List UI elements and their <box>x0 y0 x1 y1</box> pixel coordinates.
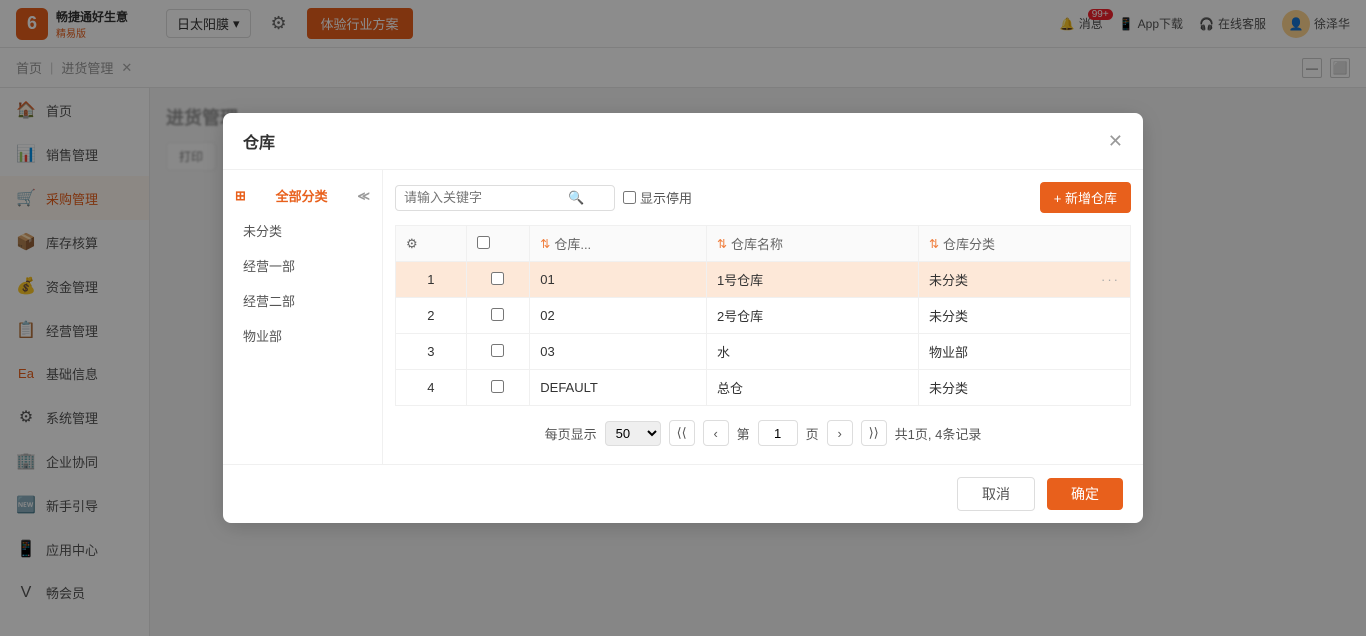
modal-title: 仓库 <box>243 129 275 153</box>
warehouse-panel: 🔍 显示停用 + 新增仓库 ⚙ <box>383 170 1143 464</box>
category-item-property[interactable]: 物业部 <box>223 318 382 353</box>
prev-page-button[interactable]: ‹ <box>703 420 729 446</box>
modal-header: 仓库 ✕ <box>223 113 1143 170</box>
row-action-1[interactable]: ··· <box>1101 272 1120 287</box>
col-header-code: ⇅ 仓库... <box>530 226 707 262</box>
row-name-2: 2号仓库 <box>706 298 918 334</box>
row-check-3[interactable] <box>466 334 530 370</box>
modal-body: ⊞ 全部分类 ≪ 未分类 经营一部 经营二部 物业部 <box>223 170 1143 464</box>
page-size-select[interactable]: 50 100 200 <box>605 421 661 446</box>
row-category-4: 未分类 <box>918 370 1130 406</box>
page-number-input[interactable] <box>758 420 798 446</box>
col-header-name: ⇅ 仓库名称 <box>706 226 918 262</box>
category-item-unclassified[interactable]: 未分类 <box>223 213 382 248</box>
row-checkbox-1[interactable] <box>491 272 504 285</box>
col-header-gear: ⚙ <box>396 226 467 262</box>
table-body: 1 01 1号仓库 未分类 ··· <box>396 262 1131 406</box>
modal-close-button[interactable]: ✕ <box>1108 131 1123 152</box>
modal-overlay: 仓库 ✕ ⊞ 全部分类 ≪ 未分类 经营一部 经营二部 <box>0 0 1366 636</box>
warehouse-modal: 仓库 ✕ ⊞ 全部分类 ≪ 未分类 经营一部 经营二部 <box>223 113 1143 523</box>
search-input[interactable] <box>404 190 564 205</box>
category-item-dept2[interactable]: 经营二部 <box>223 283 382 318</box>
sort-icon-category: ⇅ <box>929 237 939 251</box>
row-check-1[interactable] <box>466 262 530 298</box>
row-num-3: 3 <box>396 334 467 370</box>
modal-footer: 取消 确定 <box>223 464 1143 523</box>
row-checkbox-4[interactable] <box>491 380 504 393</box>
settings-icon: ⚙ <box>406 236 418 251</box>
row-name-1: 1号仓库 <box>706 262 918 298</box>
table-row[interactable]: 2 02 2号仓库 未分类 <box>396 298 1131 334</box>
row-name-4: 总仓 <box>706 370 918 406</box>
first-page-button[interactable]: ⟨⟨ <box>669 420 695 446</box>
grid-icon: ⊞ <box>235 188 246 204</box>
row-checkbox-3[interactable] <box>491 344 504 357</box>
sort-icon-code: ⇅ <box>540 237 550 251</box>
sort-icon-name: ⇅ <box>717 237 727 251</box>
row-checkbox-2[interactable] <box>491 308 504 321</box>
row-code-4: DEFAULT <box>530 370 707 406</box>
row-category-2: 未分类 <box>918 298 1130 334</box>
collapse-button[interactable]: ≪ <box>357 189 370 203</box>
col-header-category: ⇅ 仓库分类 <box>918 226 1130 262</box>
last-page-button[interactable]: ⟩⟩ <box>861 420 887 446</box>
table-row[interactable]: 3 03 水 物业部 <box>396 334 1131 370</box>
row-category-1: 未分类 ··· <box>918 262 1130 298</box>
row-code-1: 01 <box>530 262 707 298</box>
row-code-2: 02 <box>530 298 707 334</box>
row-code-3: 03 <box>530 334 707 370</box>
row-name-3: 水 <box>706 334 918 370</box>
row-check-2[interactable] <box>466 298 530 334</box>
table-row[interactable]: 1 01 1号仓库 未分类 ··· <box>396 262 1131 298</box>
add-warehouse-button[interactable]: + 新增仓库 <box>1040 182 1131 213</box>
warehouse-table: ⚙ ⇅ 仓库... <box>395 225 1131 406</box>
category-item-dept1[interactable]: 经营一部 <box>223 248 382 283</box>
pagination: 每页显示 50 100 200 ⟨⟨ ‹ 第 页 › ⟩⟩ 共1页, 4条记录 <box>395 406 1131 452</box>
confirm-button[interactable]: 确定 <box>1047 478 1123 510</box>
row-check-4[interactable] <box>466 370 530 406</box>
all-categories-header[interactable]: ⊞ 全部分类 ≪ <box>223 178 382 213</box>
table-header: ⚙ ⇅ 仓库... <box>396 226 1131 262</box>
col-header-check <box>466 226 530 262</box>
row-num-1: 1 <box>396 262 467 298</box>
row-num-2: 2 <box>396 298 467 334</box>
search-input-wrap[interactable]: 🔍 <box>395 185 615 211</box>
show-disabled-checkbox[interactable] <box>623 191 636 204</box>
search-bar: 🔍 显示停用 + 新增仓库 <box>395 182 1131 213</box>
next-page-button[interactable]: › <box>827 420 853 446</box>
select-all-checkbox[interactable] <box>477 236 490 249</box>
category-panel: ⊞ 全部分类 ≪ 未分类 经营一部 经营二部 物业部 <box>223 170 383 464</box>
table-row[interactable]: 4 DEFAULT 总仓 未分类 <box>396 370 1131 406</box>
show-disabled-label[interactable]: 显示停用 <box>623 188 692 207</box>
row-num-4: 4 <box>396 370 467 406</box>
cancel-button[interactable]: 取消 <box>957 477 1035 511</box>
row-category-3: 物业部 <box>918 334 1130 370</box>
search-icon[interactable]: 🔍 <box>568 190 584 206</box>
